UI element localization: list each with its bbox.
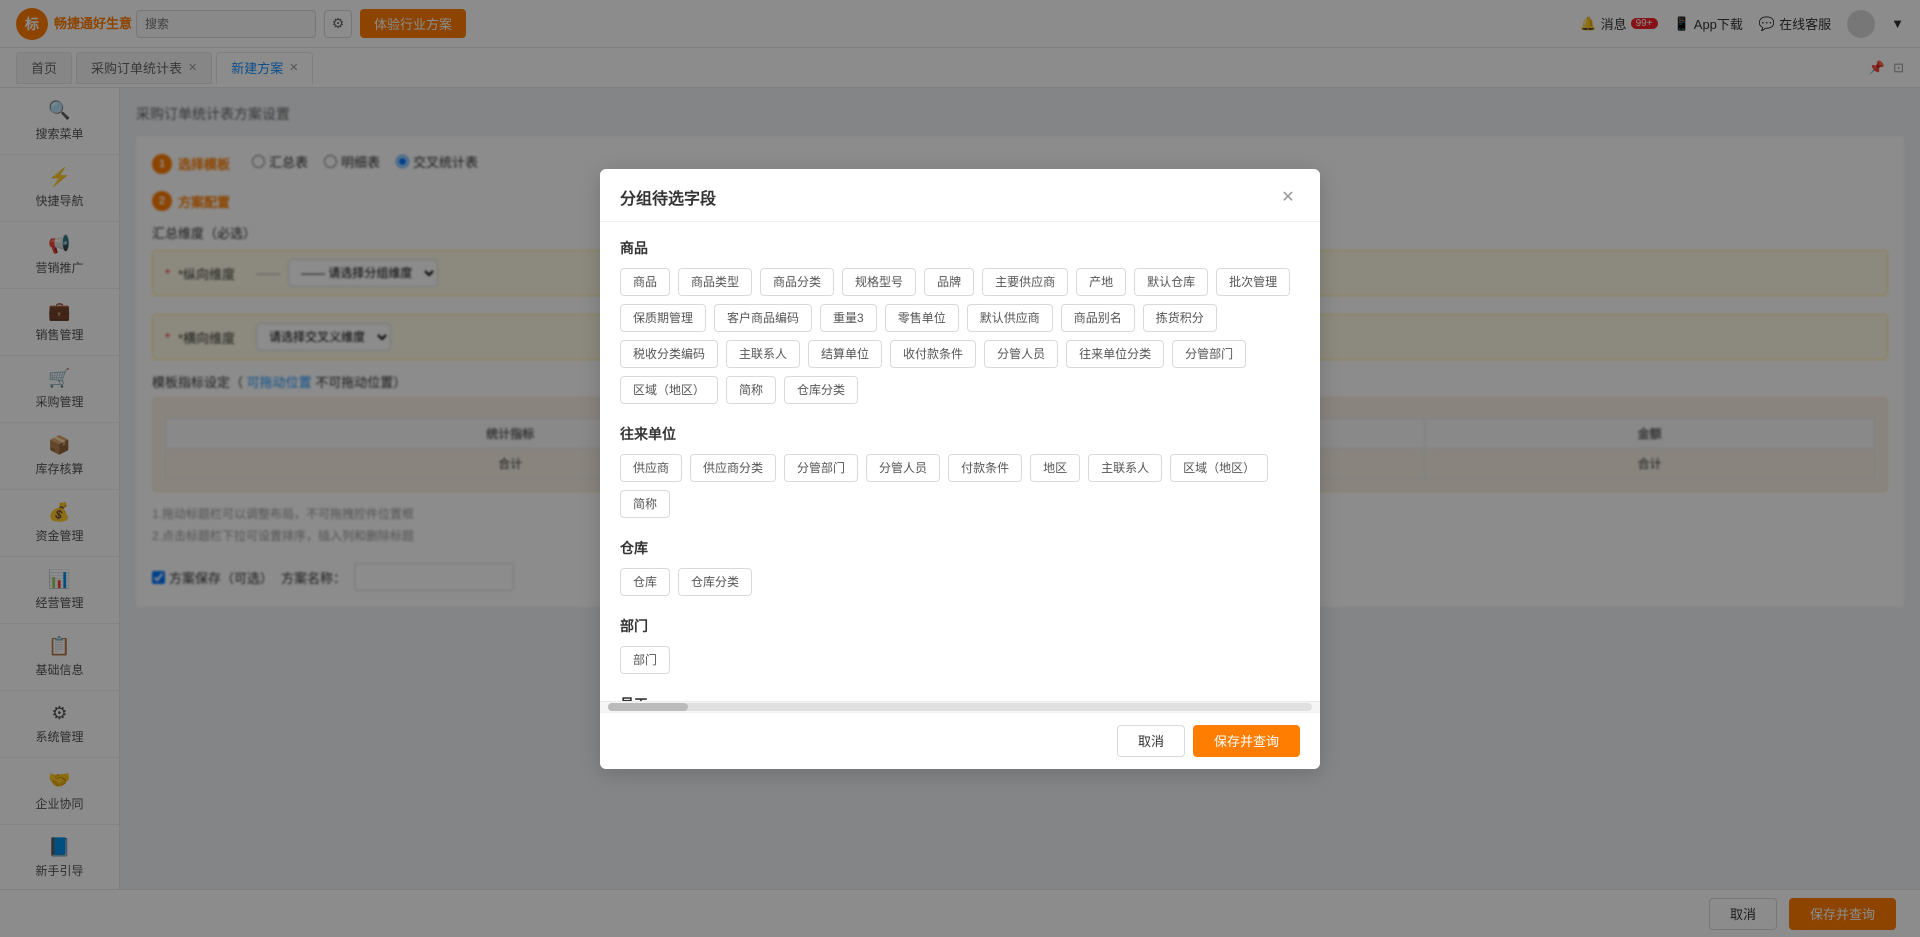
section-title-partner: 往来单位 <box>620 424 1300 444</box>
field-tag[interactable]: 供应商分类 <box>690 454 776 482</box>
field-tag[interactable]: 往来单位分类 <box>1066 340 1164 368</box>
field-tag[interactable]: 零售单位 <box>885 304 959 332</box>
field-tag[interactable]: 品牌 <box>924 268 974 296</box>
field-tag[interactable]: 仓库分类 <box>678 568 752 596</box>
modal-title: 分组待选字段 <box>620 185 716 209</box>
section-title-goods: 商品 <box>620 238 1300 258</box>
field-tag[interactable]: 部门 <box>620 646 670 674</box>
modal-overlay[interactable]: 分组待选字段 ✕ 商品商品商品类型商品分类规格型号品牌主要供应商产地默认仓库批次… <box>0 0 1920 937</box>
field-tag[interactable]: 区域（地区） <box>1170 454 1268 482</box>
field-tag[interactable]: 主要供应商 <box>982 268 1068 296</box>
field-tag[interactable]: 仓库 <box>620 568 670 596</box>
field-tag[interactable]: 重量3 <box>820 304 877 332</box>
modal-cancel-btn[interactable]: 取消 <box>1117 725 1185 757</box>
field-tag[interactable]: 主联系人 <box>1088 454 1162 482</box>
section-goods: 商品商品商品类型商品分类规格型号品牌主要供应商产地默认仓库批次管理保质期管理客户… <box>620 238 1300 404</box>
modal-header: 分组待选字段 ✕ <box>600 169 1320 222</box>
field-tag[interactable]: 默认仓库 <box>1134 268 1208 296</box>
field-tags-goods: 商品商品类型商品分类规格型号品牌主要供应商产地默认仓库批次管理保质期管理客户商品… <box>620 268 1300 404</box>
section-title-staff: 员工 <box>620 694 1300 702</box>
field-tag[interactable]: 分管部门 <box>1172 340 1246 368</box>
modal-footer: 取消 保存并查询 <box>600 712 1320 769</box>
field-tag[interactable]: 简称 <box>620 490 670 518</box>
modal-save-btn[interactable]: 保存并查询 <box>1193 725 1300 757</box>
field-tag[interactable]: 仓库分类 <box>784 376 858 404</box>
scrollbar-area[interactable] <box>600 701 1320 712</box>
field-tag[interactable]: 主联系人 <box>726 340 800 368</box>
scroll-thumb[interactable] <box>608 703 688 711</box>
field-tag[interactable]: 简称 <box>726 376 776 404</box>
section-title-warehouse: 仓库 <box>620 538 1300 558</box>
scroll-track[interactable] <box>608 703 1312 711</box>
field-tags-partner: 供应商供应商分类分管部门分管人员付款条件地区主联系人区域（地区） 简称 <box>620 454 1300 518</box>
field-tag[interactable]: 区域（地区） <box>620 376 718 404</box>
field-tag[interactable]: 商品类型 <box>678 268 752 296</box>
field-tag[interactable]: 地区 <box>1030 454 1080 482</box>
field-tag[interactable]: 商品别名 <box>1061 304 1135 332</box>
field-tag[interactable]: 默认供应商 <box>967 304 1053 332</box>
field-tag[interactable]: 客户商品编码 <box>714 304 812 332</box>
section-partner: 往来单位供应商供应商分类分管部门分管人员付款条件地区主联系人区域（地区） 简称 <box>620 424 1300 518</box>
section-warehouse: 仓库仓库仓库分类 <box>620 538 1300 596</box>
field-tag[interactable]: 税收分类编码 <box>620 340 718 368</box>
close-icon: ✕ <box>1281 187 1294 207</box>
field-tag[interactable]: 分管部门 <box>784 454 858 482</box>
field-tag[interactable]: 商品分类 <box>760 268 834 296</box>
section-department: 部门部门 <box>620 616 1300 674</box>
field-tag[interactable]: 分管人员 <box>866 454 940 482</box>
field-tag[interactable]: 规格型号 <box>842 268 916 296</box>
modal-body: 商品商品商品类型商品分类规格型号品牌主要供应商产地默认仓库批次管理保质期管理客户… <box>600 222 1320 702</box>
field-tag[interactable]: 付款条件 <box>948 454 1022 482</box>
modal-close-btn[interactable]: ✕ <box>1276 185 1300 209</box>
modal: 分组待选字段 ✕ 商品商品商品类型商品分类规格型号品牌主要供应商产地默认仓库批次… <box>600 169 1320 769</box>
field-tag[interactable]: 分管人员 <box>984 340 1058 368</box>
field-tags-warehouse: 仓库仓库分类 <box>620 568 1300 596</box>
field-tag[interactable]: 结算单位 <box>808 340 882 368</box>
field-tags-department: 部门 <box>620 646 1300 674</box>
section-title-department: 部门 <box>620 616 1300 636</box>
field-tag[interactable]: 产地 <box>1076 268 1126 296</box>
section-staff: 员工业务员 <box>620 694 1300 702</box>
field-tag[interactable]: 供应商 <box>620 454 682 482</box>
field-tag[interactable]: 商品 <box>620 268 670 296</box>
field-tag[interactable]: 收付款条件 <box>890 340 976 368</box>
field-tag[interactable]: 拣货积分 <box>1143 304 1217 332</box>
field-tag[interactable]: 批次管理 <box>1216 268 1290 296</box>
field-tag[interactable]: 保质期管理 <box>620 304 706 332</box>
